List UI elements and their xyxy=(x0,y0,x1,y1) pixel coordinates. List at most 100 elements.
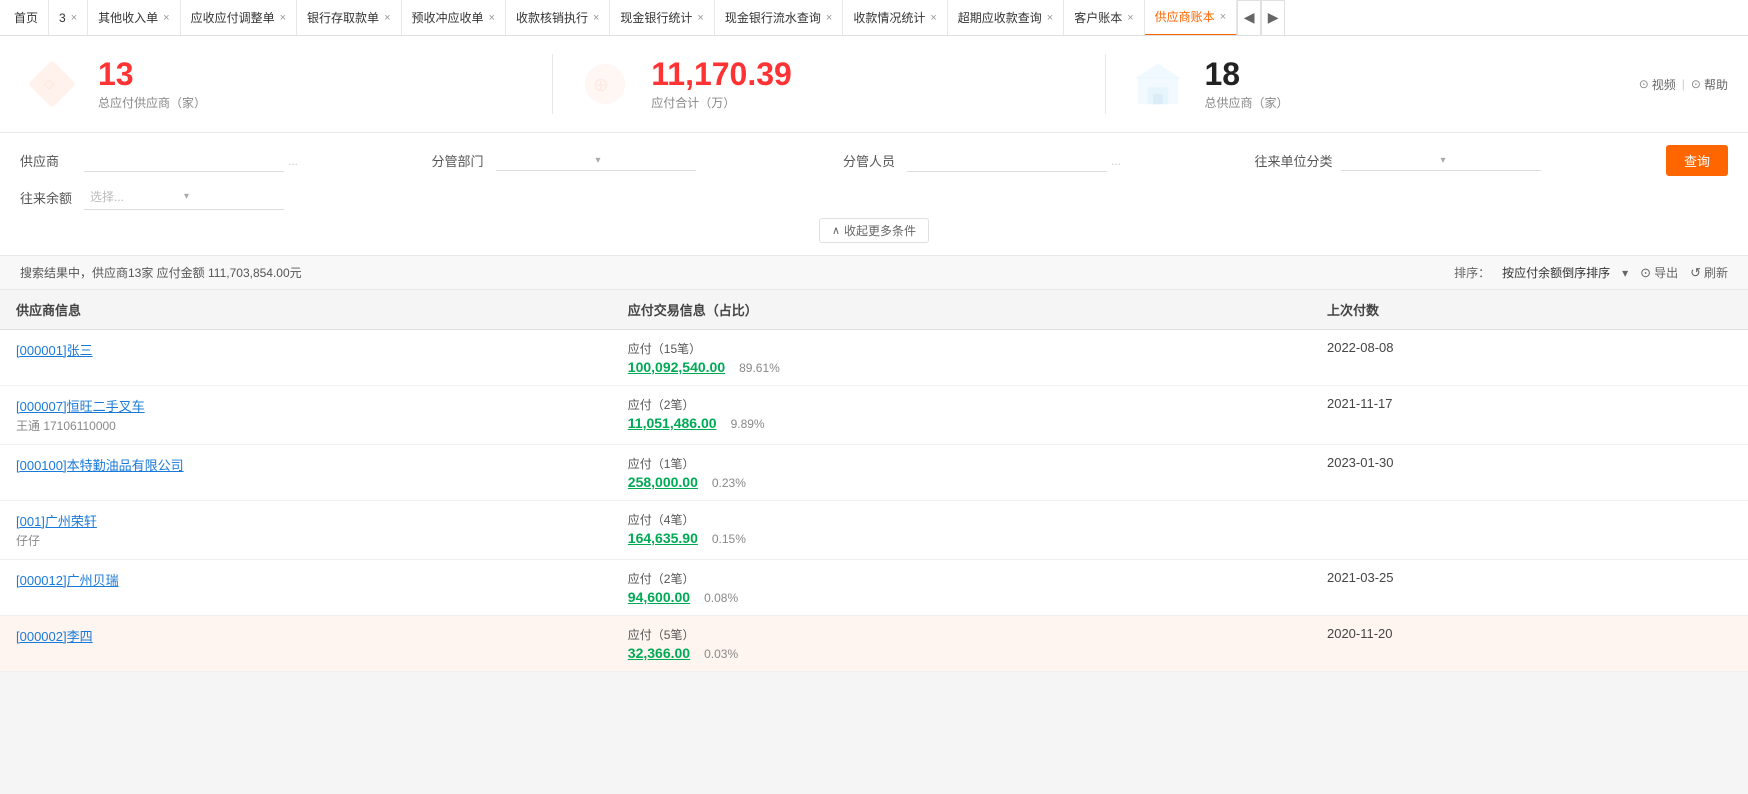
filter-dept-label: 分管部门 xyxy=(432,151,488,170)
nav-tab-bank[interactable]: 银行存取款单 × xyxy=(297,0,401,36)
table-row: [000012]广州贝瑞应付（2笔）94,600.000.08%2021-03-… xyxy=(0,560,1748,616)
last-payment-date-1: 2021-11-17 xyxy=(1327,396,1393,411)
table-row: [001]广州荣轩仔仔应付（4笔）164,635.900.15% xyxy=(0,501,1748,560)
nav-prev-button[interactable]: ◀ xyxy=(1237,0,1261,36)
nav-tab-other-income-close[interactable]: × xyxy=(163,12,169,24)
nav-tab-3-label: 3 xyxy=(59,11,66,25)
help-link[interactable]: 帮助 xyxy=(1704,76,1728,93)
query-button[interactable]: 查询 xyxy=(1666,145,1728,176)
result-bar: 搜索结果中，供应商13家 应付金额 111,703,854.00元 排序： 按应… xyxy=(0,256,1748,290)
collapse-row: ∧ 收起更多条件 xyxy=(20,218,1728,243)
category-caret-icon: ▾ xyxy=(1441,155,1535,166)
payable-suppliers-number: 13 xyxy=(98,58,206,90)
tx-cell-2: 应付（1笔）258,000.000.23% xyxy=(612,445,1311,501)
total-suppliers-label: 总供应商（家） xyxy=(1204,94,1288,111)
person-input[interactable] xyxy=(907,149,1107,172)
tx-amount-0[interactable]: 100,092,540.00 xyxy=(628,359,725,375)
filter-row-1: 供应商 ... 分管部门 ▾ 分管人员 ... 往来单位分类 ▾ 查询 xyxy=(20,145,1728,176)
tx-amount-2[interactable]: 258,000.00 xyxy=(628,474,698,490)
refresh-button[interactable]: ↺ 刷新 xyxy=(1690,264,1728,281)
nav-tab-overdue-close[interactable]: × xyxy=(1047,12,1053,24)
export-button[interactable]: ⊙ 导出 xyxy=(1640,264,1678,281)
table-row: [000001]张三应付（15笔）100,092,540.0089.61%202… xyxy=(0,330,1748,386)
tx-amount-5[interactable]: 32,366.00 xyxy=(628,645,690,661)
nav-tab-adjust[interactable]: 应收应付调整单 × xyxy=(181,0,297,36)
export-label: 导出 xyxy=(1654,264,1678,281)
payable-amount-label: 应付合计（万） xyxy=(651,94,792,111)
card-total-suppliers-text: 18 总供应商（家） xyxy=(1204,58,1288,111)
svg-text:◇: ◇ xyxy=(44,76,55,91)
last-payment-date-4: 2021-03-25 xyxy=(1327,570,1394,585)
video-link[interactable]: 视频 xyxy=(1652,76,1676,93)
tx-label-2: 应付（1笔） xyxy=(628,455,1295,472)
col-supplier-info: 供应商信息 xyxy=(0,290,612,330)
nav-tab-bank-close[interactable]: × xyxy=(384,12,390,24)
nav-tab-verify-close[interactable]: × xyxy=(593,12,599,24)
supplier-link-5[interactable]: [000002]李四 xyxy=(16,629,93,644)
tx-amount-3[interactable]: 164,635.90 xyxy=(628,530,698,546)
supplier-link-2[interactable]: [000100]本特勤油品有限公司 xyxy=(16,458,184,473)
tx-amount-4[interactable]: 94,600.00 xyxy=(628,589,690,605)
nav-tab-overdue[interactable]: 超期应收款查询 × xyxy=(948,0,1064,36)
supplier-sub-3: 仔仔 xyxy=(16,532,596,549)
nav-tab-overdue-label: 超期应收款查询 xyxy=(958,9,1042,26)
sort-value[interactable]: 按应付余额倒序排序 xyxy=(1502,264,1610,281)
filter-balance-label: 往来余额 xyxy=(20,188,76,207)
nav-tab-other-income-label: 其他收入单 xyxy=(98,9,158,26)
supplier-link-4[interactable]: [000012]广州贝瑞 xyxy=(16,573,119,588)
balance-select[interactable]: 选择... ▾ xyxy=(84,184,284,210)
circle-video-icon: ⊙ xyxy=(1639,77,1649,91)
supplier-cell-1: [000007]恒旺二手叉车王通 17106110000 xyxy=(0,386,612,445)
tx-percent-4: 0.08% xyxy=(704,591,738,605)
sort-label: 排序： xyxy=(1454,264,1490,281)
dept-select[interactable]: ▾ xyxy=(496,151,696,171)
supplier-link-3[interactable]: [001]广州荣轩 xyxy=(16,514,97,529)
result-text: 搜索结果中，供应商13家 应付金额 111,703,854.00元 xyxy=(20,264,302,281)
filter-supplier-label: 供应商 xyxy=(20,151,76,170)
supplier-dots: ... xyxy=(288,154,298,168)
nav-tab-customer-book-close[interactable]: × xyxy=(1127,12,1133,24)
nav-tab-cash-stat[interactable]: 现金银行统计 × xyxy=(610,0,714,36)
supplier-link-1[interactable]: [000007]恒旺二手叉车 xyxy=(16,399,145,414)
tx-percent-5: 0.03% xyxy=(704,647,738,661)
nav-tab-3[interactable]: 3 × xyxy=(49,0,88,36)
nav-tab-collect-stat-close[interactable]: × xyxy=(930,12,936,24)
supplier-input[interactable] xyxy=(84,149,284,172)
links-separator: | xyxy=(1682,77,1685,91)
collapse-button[interactable]: ∧ 收起更多条件 xyxy=(819,218,929,243)
nav-tab-other-income[interactable]: 其他收入单 × xyxy=(88,0,180,36)
nav-tab-supplier-book[interactable]: 供应商账本 × xyxy=(1145,0,1237,36)
filter-person-label: 分管人员 xyxy=(843,151,899,170)
card-payable-suppliers-text: 13 总应付供应商（家） xyxy=(98,58,206,111)
nav-tab-customer-book[interactable]: 客户账本 × xyxy=(1064,0,1144,36)
filter-balance: 往来余额 选择... ▾ xyxy=(20,184,1728,210)
filter-area: 供应商 ... 分管部门 ▾ 分管人员 ... 往来单位分类 ▾ 查询 xyxy=(0,133,1748,256)
category-select[interactable]: ▾ xyxy=(1341,151,1541,171)
nav-tab-adjust-close[interactable]: × xyxy=(280,12,286,24)
tx-label-3: 应付（4笔） xyxy=(628,511,1295,528)
result-bar-right: 排序： 按应付余额倒序排序 ▾ ⊙ 导出 ↺ 刷新 xyxy=(1454,264,1728,281)
nav-tab-pre-collect[interactable]: 预收冲应收单 × xyxy=(402,0,506,36)
nav-tab-home[interactable]: 首页 xyxy=(4,0,49,36)
card-payable-amount-text: 11,170.39 应付合计（万） xyxy=(651,58,792,111)
nav-tab-cash-query-close[interactable]: × xyxy=(826,12,832,24)
tx-cell-0: 应付（15笔）100,092,540.0089.61% xyxy=(612,330,1311,386)
summary-card-payable-suppliers: ◇ 13 总应付供应商（家） xyxy=(20,52,532,116)
nav-tab-collect-stat[interactable]: 收款情况统计 × xyxy=(843,0,947,36)
nav-tab-verify[interactable]: 收款核销执行 × xyxy=(506,0,610,36)
payable-amount-number: 11,170.39 xyxy=(651,58,792,90)
nav-next-button[interactable]: ▶ xyxy=(1261,0,1285,36)
supplier-link-0[interactable]: [000001]张三 xyxy=(16,343,93,358)
tx-cell-5: 应付（5笔）32,366.000.03% xyxy=(612,616,1311,672)
nav-tab-cash-stat-close[interactable]: × xyxy=(697,12,703,24)
nav-tab-supplier-book-close[interactable]: × xyxy=(1220,11,1226,23)
filter-category-label: 往来单位分类 xyxy=(1255,151,1333,170)
nav-tab-3-close[interactable]: × xyxy=(71,12,77,24)
last-payment-cell-2: 2023-01-30 xyxy=(1311,445,1748,501)
summary-bar: ◇ 13 总应付供应商（家） ⊕ 11,170.39 应付合计（万） xyxy=(0,36,1748,133)
nav-tab-pre-collect-close[interactable]: × xyxy=(489,12,495,24)
supplier-table: 供应商信息 应付交易信息（占比） 上次付数 [000001]张三应付（15笔）1… xyxy=(0,290,1748,672)
tx-amount-1[interactable]: 11,051,486.00 xyxy=(628,415,717,431)
nav-tab-collect-stat-label: 收款情况统计 xyxy=(853,9,925,26)
nav-tab-cash-query[interactable]: 现金银行流水查询 × xyxy=(715,0,843,36)
